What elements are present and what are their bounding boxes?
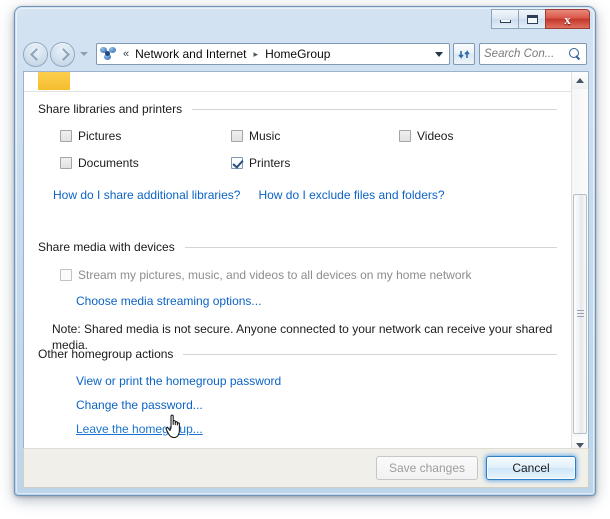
breadcrumb-item-homegroup[interactable]: HomeGroup [264, 47, 331, 61]
breadcrumb-item-network-and-internet[interactable]: Network and Internet [134, 47, 247, 61]
breadcrumb-overflow-icon[interactable]: « [118, 48, 134, 60]
library-checkbox-row-2: Documents Printers [38, 156, 557, 170]
maximize-icon [526, 14, 538, 24]
navigation-buttons [23, 41, 88, 67]
checkbox-pictures[interactable]: Pictures [60, 129, 231, 143]
minimize-button[interactable] [491, 9, 519, 29]
chevron-up-icon [576, 78, 584, 83]
checkbox-label: Documents [78, 156, 139, 170]
link-choose-media-streaming-options[interactable]: Choose media streaming options... [76, 294, 261, 308]
link-leave-the-homegroup[interactable]: Leave the homegroup... [76, 422, 203, 436]
checkbox-box[interactable] [399, 130, 411, 142]
address-dropdown-button[interactable] [431, 51, 447, 57]
link-change-the-password[interactable]: Change the password... [76, 398, 203, 412]
content-pane: Share libraries and printers Pictures Mu… [23, 71, 589, 455]
link-view-or-print-password[interactable]: View or print the homegroup password [76, 374, 281, 388]
checkbox-box[interactable] [60, 269, 72, 281]
maximize-button[interactable] [518, 9, 546, 29]
action-row-leave-homegroup: Leave the homegroup... [38, 422, 557, 436]
scroll-up-button[interactable] [572, 72, 588, 89]
checkbox-box[interactable] [231, 130, 243, 142]
section-share-libraries: Share libraries and printers Pictures Mu… [24, 102, 571, 202]
library-checkbox-row-1: Pictures Music Videos [38, 129, 557, 143]
forward-button[interactable] [50, 41, 75, 67]
breadcrumb: « Network and Internet ▸ HomeGroup [118, 47, 431, 61]
scrollbar-thumb[interactable] [573, 194, 587, 434]
dialog-footer: Save changes Cancel [23, 448, 589, 488]
checkbox-box[interactable] [60, 157, 72, 169]
save-changes-button[interactable]: Save changes [375, 456, 478, 480]
section-header-other-actions: Other homegroup actions [38, 347, 557, 361]
action-row-view-password: View or print the homegroup password [38, 374, 557, 388]
close-icon: x [564, 11, 571, 27]
section-title: Share media with devices [38, 240, 175, 254]
scrolled-partial-row [24, 72, 571, 92]
checkbox-stream-media[interactable]: Stream my pictures, music, and videos to… [60, 268, 472, 282]
search-icon [569, 47, 582, 61]
section-header-share-media: Share media with devices [38, 240, 557, 254]
address-bar[interactable]: « Network and Internet ▸ HomeGroup [96, 43, 450, 65]
network-icon [100, 46, 116, 62]
checkbox-box[interactable] [231, 157, 243, 169]
checkbox-label: Stream my pictures, music, and videos to… [78, 268, 472, 282]
homegroup-window: x « Network and Internet ▸ HomeGroup Sea… [14, 6, 596, 496]
checkbox-printers[interactable]: Printers [231, 156, 399, 170]
section-title: Share libraries and printers [38, 102, 183, 116]
checkbox-label: Printers [249, 156, 291, 170]
checkbox-label: Music [249, 129, 281, 143]
vertical-scrollbar[interactable] [571, 72, 588, 454]
section-rule [192, 108, 557, 110]
refresh-button[interactable] [453, 43, 475, 65]
checkbox-documents[interactable]: Documents [60, 156, 231, 170]
refresh-icon [457, 49, 470, 59]
cancel-button[interactable]: Cancel [486, 456, 576, 480]
section-share-media: Share media with devices Stream my pictu… [24, 240, 571, 353]
checkbox-box[interactable] [60, 130, 72, 142]
section-header-share-libraries: Share libraries and printers [38, 102, 557, 116]
title-bar: x [15, 7, 595, 37]
search-box[interactable]: Search Con... [479, 43, 587, 65]
settings-list: Share libraries and printers Pictures Mu… [24, 72, 571, 454]
breadcrumb-separator-icon: ▸ [253, 48, 259, 59]
checkbox-label: Pictures [78, 129, 122, 143]
stream-media-row: Stream my pictures, music, and videos to… [38, 268, 557, 282]
section-title: Other homegroup actions [38, 347, 174, 361]
caption-buttons: x [491, 9, 590, 29]
grip-icon [577, 310, 584, 318]
back-button[interactable] [23, 41, 48, 67]
chevron-down-icon[interactable] [80, 52, 88, 56]
search-input[interactable]: Search Con... [484, 48, 569, 60]
checkbox-music[interactable]: Music [231, 129, 399, 143]
section-rule [184, 246, 557, 248]
section-other-actions: Other homegroup actions View or print th… [24, 347, 571, 454]
link-exclude-files-and-folders[interactable]: How do I exclude files and folders? [258, 188, 444, 202]
link-share-additional-libraries[interactable]: How do I share additional libraries? [53, 188, 240, 202]
checkbox-videos[interactable]: Videos [399, 129, 453, 143]
media-streaming-link-row: Choose media streaming options... [38, 294, 557, 308]
checkbox-label: Videos [417, 129, 454, 143]
section-rule [183, 353, 557, 355]
address-toolbar: « Network and Internet ▸ HomeGroup Searc… [15, 37, 595, 71]
action-row-change-password: Change the password... [38, 398, 557, 412]
close-button[interactable]: x [545, 9, 590, 29]
help-links: How do I share additional libraries? How… [38, 188, 557, 202]
minimize-icon [499, 20, 511, 23]
folder-icon [38, 72, 70, 90]
